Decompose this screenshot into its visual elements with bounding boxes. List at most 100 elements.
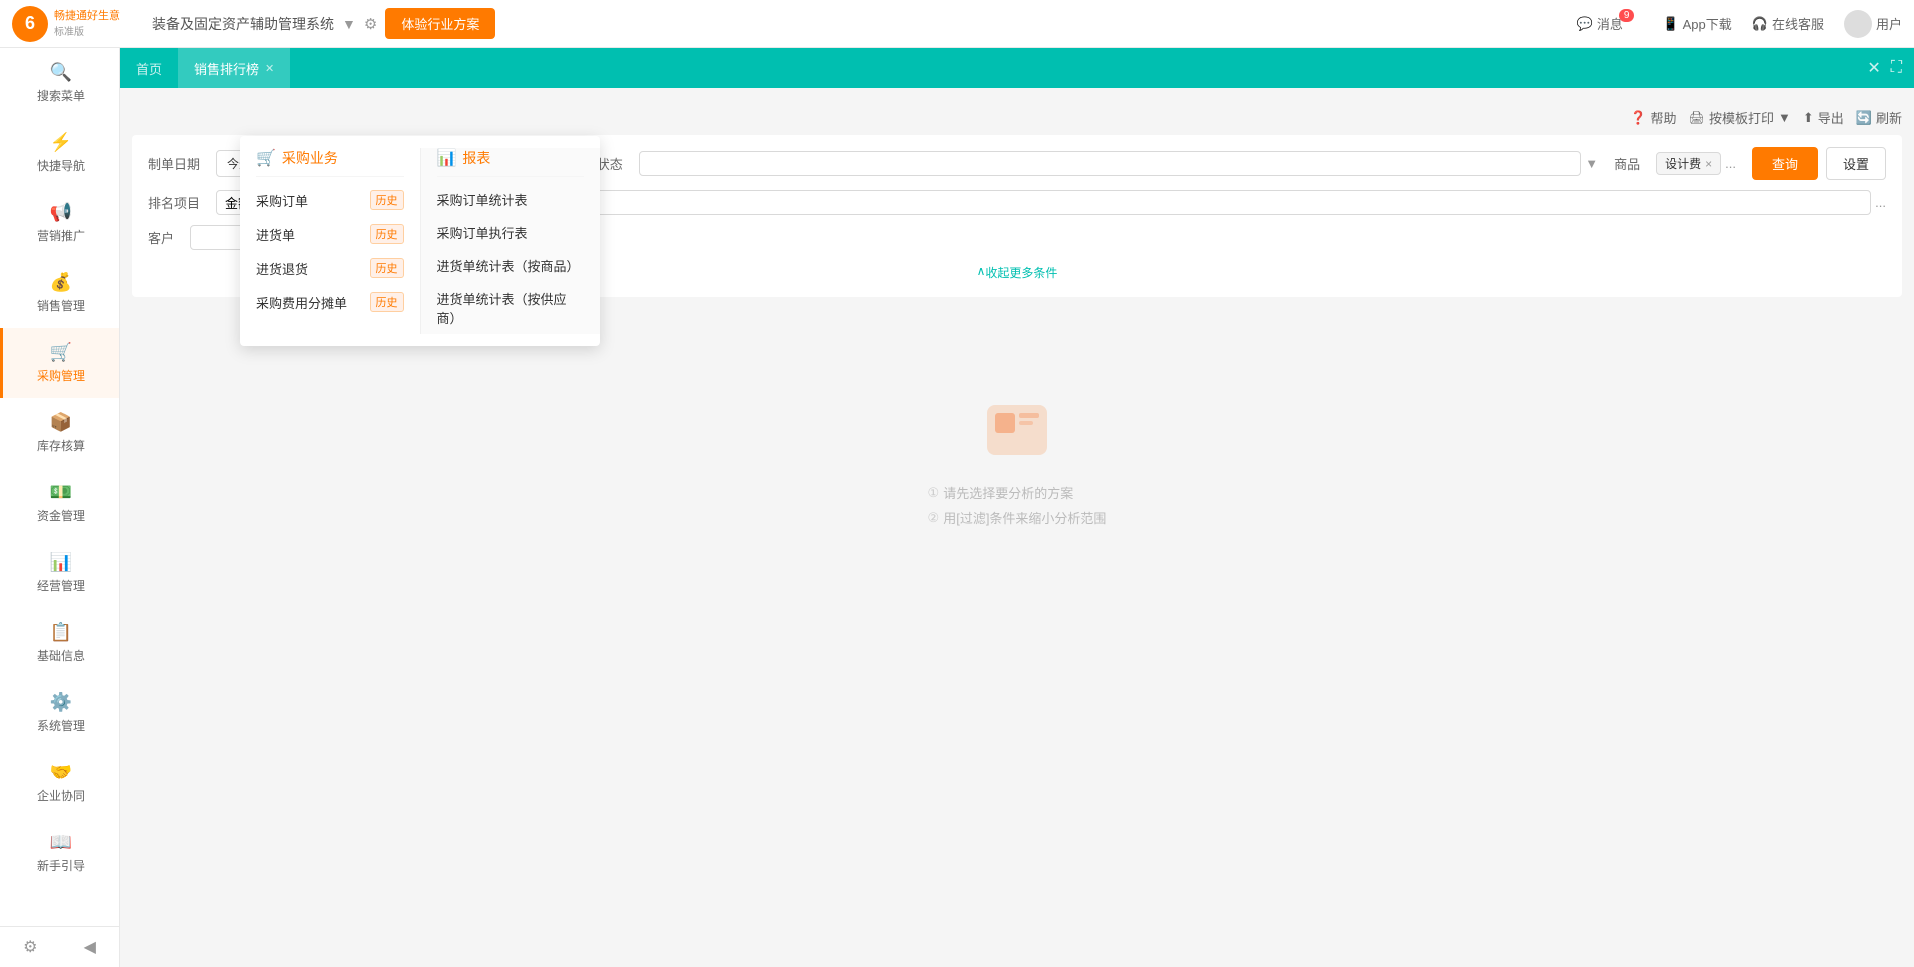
tip2-text: 用[过滤]条件来缩小分析范围 xyxy=(943,508,1106,527)
salesman-input[interactable] xyxy=(487,190,1871,215)
goods-tag-close[interactable]: × xyxy=(1705,157,1712,171)
empty-tip-1: ① 请先选择要分析的方案 xyxy=(928,483,1107,502)
status-input[interactable] xyxy=(639,151,1581,176)
purchase-expense-history[interactable]: 历史 xyxy=(370,292,404,312)
sidebar-item-inventory[interactable]: 📦 库存核算 xyxy=(0,398,119,468)
finance-icon: 💵 xyxy=(50,482,72,503)
sidebar-label-inventory: 库存核算 xyxy=(37,437,85,454)
collapse-sidebar-btn[interactable]: ◀ xyxy=(84,937,96,957)
print-btn[interactable]: 🖨 按模板打印 ▼ xyxy=(1688,108,1790,127)
print-dropdown-icon: ▼ xyxy=(1778,110,1791,125)
menu-item-report-1[interactable]: 采购订单统计表 xyxy=(437,183,585,216)
avatar xyxy=(1844,10,1872,38)
empty-tips: ① 请先选择要分析的方案 ② 用[过滤]条件来缩小分析范围 xyxy=(928,483,1107,527)
tab-close-icon[interactable]: ✕ xyxy=(265,62,274,75)
sidebar-label-marketing: 营销推广 xyxy=(37,227,85,244)
salesman-more[interactable]: ... xyxy=(1875,195,1886,210)
goods-tag-text: 设计费 xyxy=(1665,155,1701,172)
menu-item-purchase-expense[interactable]: 采购费用分摊单 历史 xyxy=(256,285,404,319)
title-dropdown-icon[interactable]: ▼ xyxy=(342,16,356,32)
popup-purchase-title: 🛒 采购业务 xyxy=(256,148,404,177)
settings-btn[interactable]: 设置 xyxy=(1826,147,1886,180)
empty-illustration xyxy=(967,385,1067,475)
refresh-btn[interactable]: 🔄 刷新 xyxy=(1856,108,1902,127)
date-label: 制单日期 xyxy=(148,154,200,173)
popup-menu: 🛒 采购业务 采购订单 历史 进货单 历史 进货退货 历史 xyxy=(240,136,600,346)
layout: 🔍 搜索菜单 ⚡ 快捷导航 📢 营销推广 💰 销售管理 🛒 采购管理 📦 库存核… xyxy=(0,48,1914,967)
rank-label: 排名项目 xyxy=(148,193,200,212)
sidebar-item-sales[interactable]: 💰 销售管理 xyxy=(0,258,119,328)
goods-tag: 设计费 × xyxy=(1656,152,1721,175)
message-btn[interactable]: 💬 消息 9 xyxy=(1577,14,1643,33)
incoming-history[interactable]: 历史 xyxy=(370,224,404,244)
tab-bar: 首页 销售排行榜 ✕ ✕ ⛶ xyxy=(120,48,1914,88)
menu-item-incoming[interactable]: 进货单 历史 xyxy=(256,217,404,251)
sidebar-label-sales: 销售管理 xyxy=(37,297,85,314)
sidebar-label-purchase: 采购管理 xyxy=(37,367,85,384)
guide-icon: 📖 xyxy=(50,832,72,853)
settings-icon[interactable]: ⚙ xyxy=(364,15,377,33)
sidebar-bottom: ⚙ ◀ xyxy=(0,926,119,967)
menu-item-report-2[interactable]: 采购订单执行表 xyxy=(437,216,585,249)
settings-bottom-btn[interactable]: ⚙ xyxy=(23,937,37,957)
help-btn[interactable]: ❓ 帮助 xyxy=(1630,108,1676,127)
sidebar-item-system[interactable]: ⚙️ 系统管理 xyxy=(0,678,119,748)
query-btn[interactable]: 查询 xyxy=(1752,147,1818,180)
sidebar-item-purchase[interactable]: 🛒 采购管理 xyxy=(0,328,119,398)
user-btn[interactable]: 用户 xyxy=(1844,10,1902,38)
menu-item-purchase-order[interactable]: 采购订单 历史 xyxy=(256,183,404,217)
sidebar-label-finance: 资金管理 xyxy=(37,507,85,524)
tip2-bullet: ② xyxy=(928,510,940,526)
app-download-btn[interactable]: 📱 App下载 xyxy=(1662,14,1731,33)
sidebar-item-nav[interactable]: ⚡ 快捷导航 xyxy=(0,118,119,188)
purchase-expense-label: 采购费用分摊单 xyxy=(256,293,347,312)
menu-item-incoming-return[interactable]: 进货退货 历史 xyxy=(256,251,404,285)
tip1-text: 请先选择要分析的方案 xyxy=(943,483,1073,502)
sidebar-label-system: 系统管理 xyxy=(37,717,85,734)
sidebar-label-operation: 经营管理 xyxy=(37,577,85,594)
report3-label: 进货单统计表（按商品） xyxy=(437,256,580,275)
purchase-order-history[interactable]: 历史 xyxy=(370,190,404,210)
filter-actions: 查询 设置 xyxy=(1752,147,1886,180)
salesman-selector: ... xyxy=(487,190,1886,215)
sidebar-item-marketing[interactable]: 📢 营销推广 xyxy=(0,188,119,258)
popup-col-report: 📊 报表 采购订单统计表 采购订单执行表 进货单统计表（按商品） 进货单统计表（… xyxy=(420,148,601,334)
toolbar: ❓ 帮助 🖨 按模板打印 ▼ ⬆ 导出 🔄 刷新 xyxy=(132,100,1902,135)
base-icon: 📋 xyxy=(50,622,72,643)
sidebar-label-search: 搜索菜单 xyxy=(37,87,85,104)
goods-more[interactable]: ... xyxy=(1725,156,1736,171)
tab-bar-actions: ✕ ⛶ xyxy=(1867,58,1914,78)
empty-state: ① 请先选择要分析的方案 ② 用[过滤]条件来缩小分析范围 xyxy=(132,305,1902,607)
tab-close-action[interactable]: ✕ xyxy=(1867,58,1880,78)
sidebar-item-base[interactable]: 📋 基础信息 xyxy=(0,608,119,678)
logo-text: 畅捷通好生意 xyxy=(54,9,120,23)
popup-report-title: 📊 报表 xyxy=(437,148,585,177)
sidebar-item-enterprise[interactable]: 🤝 企业协同 xyxy=(0,748,119,818)
sidebar-item-guide[interactable]: 📖 新手引导 xyxy=(0,818,119,888)
goods-label: 商品 xyxy=(1614,154,1640,173)
purchase-icon: 🛒 xyxy=(50,342,72,363)
export-icon: ⬆ xyxy=(1803,110,1814,126)
report-title-text: 报表 xyxy=(462,148,490,168)
tab-sales-rank[interactable]: 销售排行榜 ✕ xyxy=(178,48,290,88)
help-label: 帮助 xyxy=(1650,108,1676,127)
enterprise-icon: 🤝 xyxy=(50,762,72,783)
sidebar-item-finance[interactable]: 💵 资金管理 xyxy=(0,468,119,538)
purchase-order-label: 采购订单 xyxy=(256,191,308,210)
report-menu-icon: 📊 xyxy=(437,148,457,168)
logo-area: 6 畅捷通好生意 标准版 xyxy=(12,6,132,42)
tab-sales-rank-label: 销售排行榜 xyxy=(194,59,259,78)
sidebar-item-search[interactable]: 🔍 搜索菜单 xyxy=(0,48,119,118)
sidebar-item-operation[interactable]: 📊 经营管理 xyxy=(0,538,119,608)
incoming-return-history[interactable]: 历史 xyxy=(370,258,404,278)
refresh-icon: 🔄 xyxy=(1856,110,1872,126)
system-title-text: 装备及固定资产辅助管理系统 xyxy=(152,14,334,34)
menu-item-report-4[interactable]: 进货单统计表（按供应商） xyxy=(437,282,585,334)
message-icon: 💬 xyxy=(1577,16,1593,32)
tab-home[interactable]: 首页 xyxy=(120,48,178,88)
export-btn[interactable]: ⬆ 导出 xyxy=(1803,108,1844,127)
online-service-btn[interactable]: 🎧 在线客服 xyxy=(1752,14,1824,33)
industry-btn[interactable]: 体验行业方案 xyxy=(385,8,495,39)
tab-expand-action[interactable]: ⛶ xyxy=(1891,59,1902,77)
menu-item-report-3[interactable]: 进货单统计表（按商品） xyxy=(437,249,585,282)
